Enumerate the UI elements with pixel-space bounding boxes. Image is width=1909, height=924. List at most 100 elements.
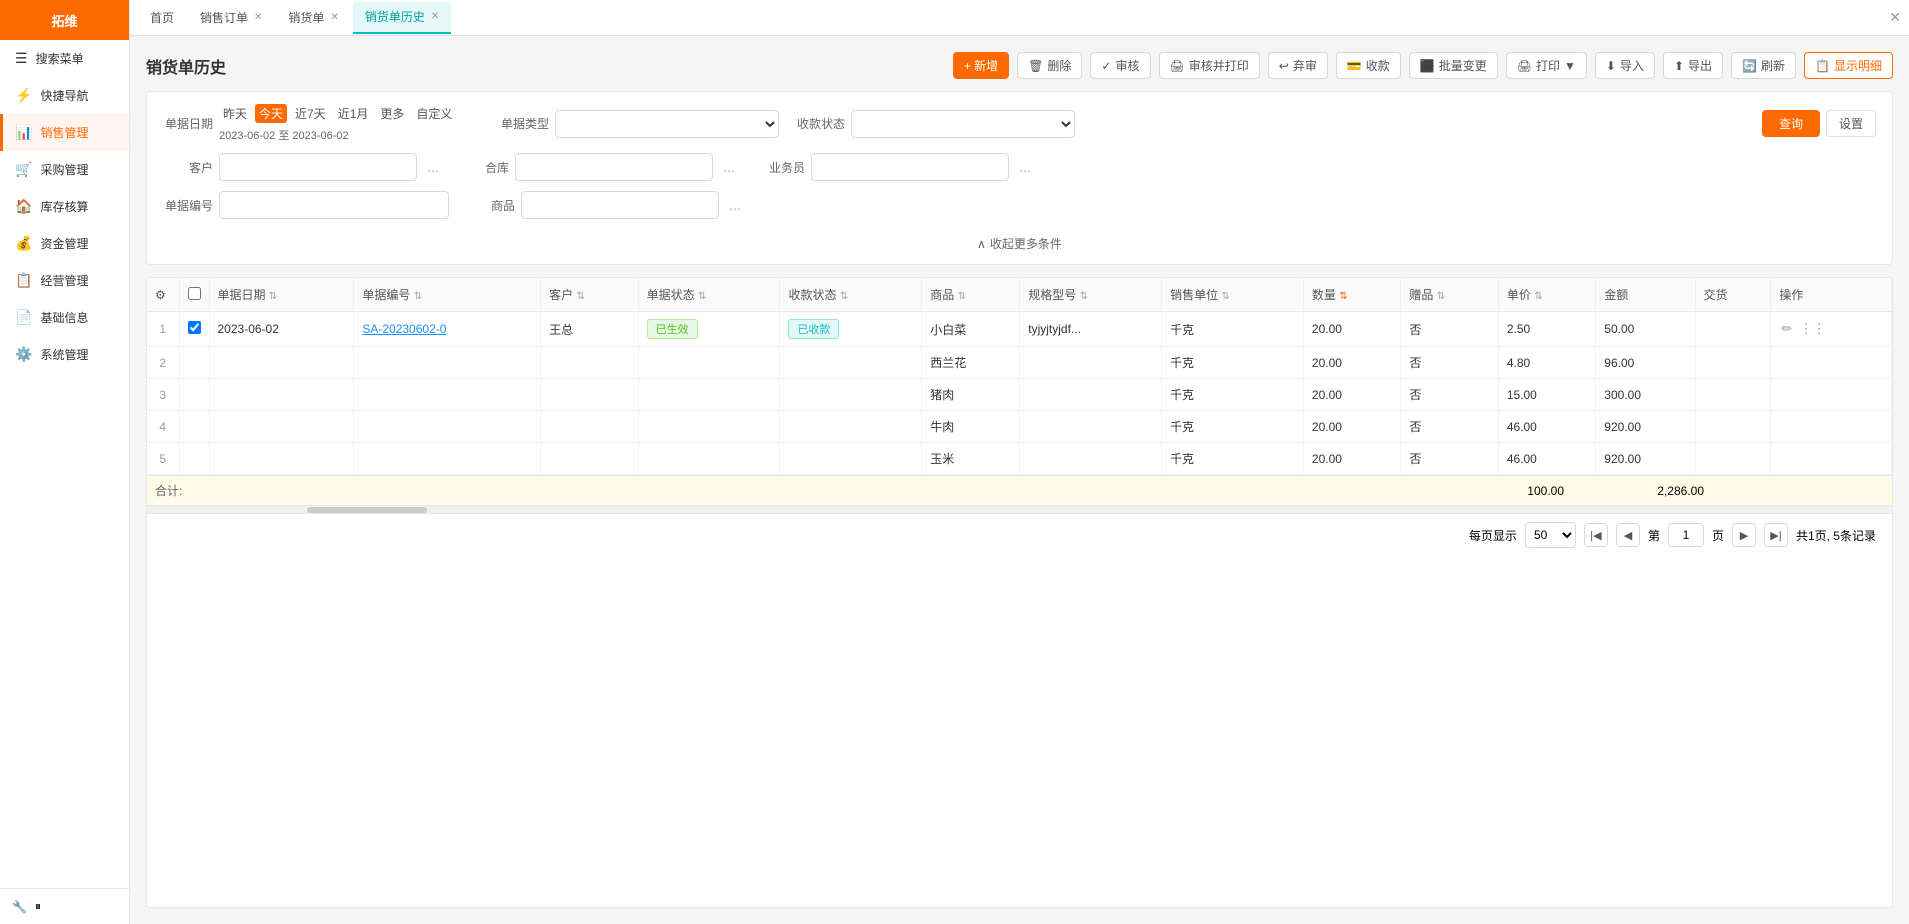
show-detail-button[interactable]: 📋 显示明细 (1804, 52, 1893, 79)
per-page-select[interactable]: 50 100 200 (1525, 522, 1576, 548)
sidebar-item-basic-info[interactable]: 📄 基础信息 (0, 299, 129, 336)
sidebar-item-label: 库存核算 (40, 198, 88, 215)
scrollbar-thumb[interactable] (307, 507, 427, 513)
sidebar-item-sales-mgmt[interactable]: 📊 销售管理 (0, 114, 129, 151)
first-page-button[interactable]: |◀ (1584, 523, 1608, 547)
date-range-display: 2023-06-02 至 2023-06-02 (219, 127, 456, 143)
new-button[interactable]: + 新增 (953, 52, 1009, 79)
cell-spec (1020, 347, 1162, 379)
cell-trade (1695, 411, 1771, 443)
more-action-icon[interactable]: ⋮⋮ (1798, 319, 1828, 338)
import-button[interactable]: ⬇ 导入 (1595, 52, 1655, 79)
date-custom[interactable]: 自定义 (412, 104, 456, 123)
sidebar-item-quick-nav[interactable]: ⚡ 快捷导航 (0, 77, 129, 114)
query-button[interactable]: 查询 (1762, 110, 1820, 137)
cell-trade (1695, 347, 1771, 379)
doc-num-input[interactable] (219, 191, 449, 219)
export-button[interactable]: ⬆ 导出 (1663, 52, 1723, 79)
sidebar-item-purchase-mgmt[interactable]: 🛒 采购管理 (0, 151, 129, 188)
cell-doc-num (354, 347, 541, 379)
horizontal-scrollbar[interactable] (147, 505, 1892, 513)
cell-price: 2.50 (1498, 312, 1595, 347)
edit-action-icon[interactable]: ✏ (1779, 319, 1794, 338)
sidebar-item-inventory-calc[interactable]: 🏠 库存核算 (0, 188, 129, 225)
settings-button[interactable]: 设置 (1826, 110, 1876, 137)
cell-doc-date (209, 411, 354, 443)
cell-doc-status (638, 347, 780, 379)
table-row[interactable]: 2 西兰花 千克 20.00 否 4.80 96.00 (147, 347, 1892, 379)
cell-customer (541, 411, 638, 443)
sort-collect-status-icon[interactable]: ⇅ (840, 291, 848, 302)
abandon-button[interactable]: ↩ 弃审 (1268, 52, 1328, 79)
audit-button[interactable]: ✓ 审核 (1090, 52, 1150, 79)
page-header: 销货单历史 + 新增 🗑 删除 ✓ 审核 🖨 审核并打印 ↩ 弃审 (146, 52, 1893, 79)
warehouse-more-btn[interactable]: ... (719, 159, 739, 175)
collapse-button[interactable]: ∧ 收起更多条件 (163, 229, 1876, 252)
audit-print-button[interactable]: 🖨 审核并打印 (1159, 52, 1260, 79)
select-all-checkbox[interactable] (188, 287, 201, 300)
next-page-button[interactable]: ▶ (1732, 523, 1756, 547)
collect-status-select[interactable] (851, 110, 1075, 138)
filter-customer: 客户 ... (163, 153, 443, 181)
sidebar-item-ops-mgmt[interactable]: 📋 经营管理 (0, 262, 129, 299)
row-checkbox[interactable] (188, 321, 201, 334)
date-more[interactable]: 更多 (376, 104, 408, 123)
sidebar-item-search-menu[interactable]: ☰ 搜索菜单 (0, 40, 129, 77)
cell-price: 4.80 (1498, 347, 1595, 379)
th-settings[interactable]: ⚙ (147, 278, 179, 312)
tab-sales-history-close[interactable]: ✕ (431, 11, 439, 22)
delete-button[interactable]: 🗑 删除 (1017, 52, 1082, 79)
tab-sales-goods[interactable]: 销货单 ✕ (276, 2, 350, 34)
table-row[interactable]: 1 2023-06-02 SA-20230602-0 王总 已生效 已收款 小白… (147, 312, 1892, 347)
tab-home[interactable]: 首页 (138, 2, 186, 34)
sort-doc-status-icon[interactable]: ⇅ (698, 291, 706, 302)
cell-spec (1020, 411, 1162, 443)
last-page-button[interactable]: ▶| (1764, 523, 1788, 547)
batch-change-button[interactable]: ⬛ 批量变更 (1409, 52, 1498, 79)
sales-rep-more-btn[interactable]: ... (1015, 159, 1035, 175)
date-1month[interactable]: 近1月 (334, 104, 373, 123)
tab-sales-goods-close[interactable]: ✕ (330, 12, 338, 23)
date-yesterday[interactable]: 昨天 (219, 104, 251, 123)
sort-spec-icon[interactable]: ⇅ (1080, 291, 1088, 302)
tab-sales-history[interactable]: 销货单历史 ✕ (353, 2, 451, 34)
date-7days[interactable]: 近7天 (291, 104, 330, 123)
goods-more-btn[interactable]: ... (725, 197, 745, 213)
customer-input[interactable] (219, 153, 417, 181)
sort-doc-num-icon[interactable]: ⇅ (414, 291, 422, 302)
tab-sales-order-close[interactable]: ✕ (254, 12, 262, 23)
sort-gift-icon[interactable]: ⇅ (1437, 291, 1445, 302)
sidebar-item-fund-mgmt[interactable]: 💰 资金管理 (0, 225, 129, 262)
sort-doc-date-icon[interactable]: ⇅ (269, 291, 277, 302)
prev-page-button[interactable]: ◀ (1616, 523, 1640, 547)
cell-unit: 千克 (1162, 312, 1304, 347)
collapse-label: 收起更多条件 (990, 235, 1062, 252)
refresh-button[interactable]: 🔄 刷新 (1731, 52, 1796, 79)
cell-checkbox (179, 443, 209, 475)
sidebar-item-sys-mgmt[interactable]: ⚙️ 系统管理 (0, 336, 129, 373)
collect-button[interactable]: 💳 收款 (1336, 52, 1401, 79)
table-row[interactable]: 5 玉米 千克 20.00 否 46.00 920.00 (147, 443, 1892, 475)
tab-sales-order[interactable]: 销售订单 ✕ (188, 2, 274, 34)
goods-input[interactable] (521, 191, 719, 219)
sort-goods-icon[interactable]: ⇅ (958, 291, 966, 302)
warehouse-input[interactable] (515, 153, 713, 181)
sort-customer-icon[interactable]: ⇅ (577, 291, 585, 302)
cell-doc-status (638, 379, 780, 411)
page-num-input[interactable] (1668, 523, 1704, 547)
table-row[interactable]: 4 牛肉 千克 20.00 否 46.00 920.00 (147, 411, 1892, 443)
customer-more-btn[interactable]: ... (423, 159, 443, 175)
date-today[interactable]: 今天 (255, 104, 287, 123)
doc-type-select[interactable] (555, 110, 779, 138)
cell-gift: 否 (1401, 379, 1498, 411)
sales-rep-input[interactable] (811, 153, 1009, 181)
cell-unit: 千克 (1162, 411, 1304, 443)
table-row[interactable]: 3 猪肉 千克 20.00 否 15.00 300.00 (147, 379, 1892, 411)
sort-unit-icon[interactable]: ⇅ (1221, 291, 1229, 302)
abandon-icon: ↩ (1279, 59, 1289, 73)
sort-qty-icon[interactable]: ⇅ (1339, 291, 1347, 302)
print-button[interactable]: 🖨 打印 ▼ (1506, 52, 1587, 79)
doc-num-link[interactable]: SA-20230602-0 (362, 322, 446, 336)
sort-price-icon[interactable]: ⇅ (1534, 291, 1542, 302)
tab-bar-close-all[interactable]: ✕ (1889, 9, 1901, 26)
